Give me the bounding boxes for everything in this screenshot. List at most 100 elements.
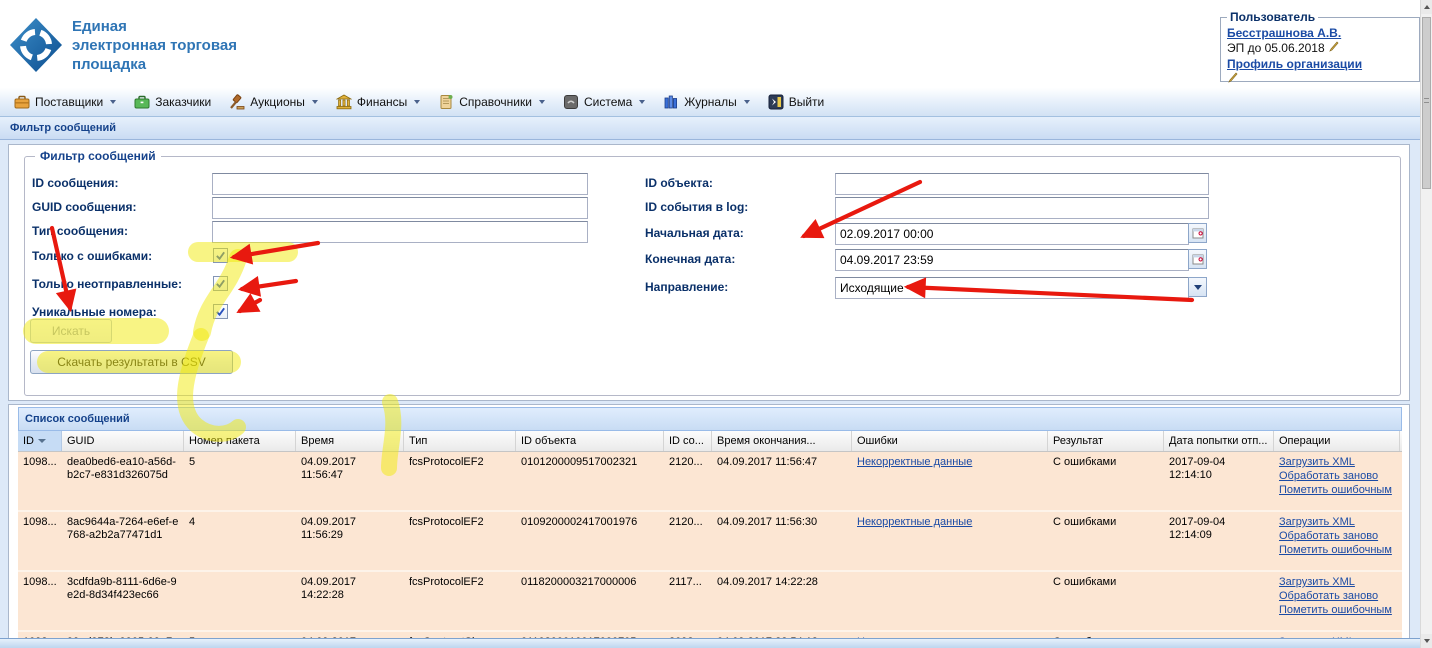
- menu-item-journals[interactable]: Журналы: [657, 94, 761, 110]
- menu-item-directories[interactable]: Справочники: [432, 94, 557, 110]
- col-header-id[interactable]: ID: [18, 431, 62, 451]
- col-header-result[interactable]: Результат: [1048, 431, 1164, 451]
- suppliers-briefcase-icon: [14, 94, 30, 110]
- menu-item-auctions[interactable]: Аукционы: [223, 94, 330, 110]
- cell-time: 04.09.2017 14:22:28: [301, 576, 357, 601]
- table-row[interactable]: 1098... 8ac9644a-7264-e6ef-e768-a2b2a774…: [18, 512, 1402, 572]
- cell-event-id: 2117...: [669, 576, 702, 588]
- cell-type: fcsProtocolEF2: [409, 456, 484, 468]
- start-date-calendar-button[interactable]: [1188, 223, 1207, 243]
- col-header-guid[interactable]: GUID: [62, 431, 184, 451]
- grid-body: 1098... dea0bed6-ea10-a56d-b2c7-e831d326…: [18, 452, 1402, 639]
- chevron-down-icon: [1193, 284, 1202, 290]
- only-unsent-checkbox[interactable]: [213, 276, 228, 291]
- sort-desc-icon: [38, 439, 46, 443]
- col-header-end-time[interactable]: Время окончания...: [712, 431, 852, 451]
- reprocess-link[interactable]: Обработать заново: [1279, 530, 1396, 543]
- unique-numbers-checkbox[interactable]: [213, 304, 228, 319]
- only-errors-checkbox[interactable]: [213, 248, 228, 263]
- system-icon: [563, 94, 579, 110]
- message-type-input[interactable]: [212, 221, 588, 243]
- cell-attempt-date: 2017-09-04 12:14:10: [1169, 456, 1226, 481]
- check-icon: [216, 279, 225, 289]
- col-header-package[interactable]: Номер пакета: [184, 431, 296, 451]
- errors-link[interactable]: Некорректные данные: [857, 516, 972, 528]
- only-errors-label: Только с ошибками:: [32, 249, 153, 263]
- user-name-link[interactable]: Бесстрашнова А.В.: [1227, 26, 1341, 40]
- menu-item-system[interactable]: Система: [557, 94, 657, 110]
- table-row[interactable]: 1098... 3cdfda9b-8111-6d6e-9e2d-8d34f423…: [18, 572, 1402, 632]
- menu-item-label: Аукционы: [250, 95, 305, 109]
- end-date-calendar-button[interactable]: [1188, 249, 1207, 269]
- cell-time: 04.09.2017 11:56:47: [301, 456, 357, 481]
- check-icon: [216, 251, 225, 261]
- message-id-input[interactable]: [212, 173, 588, 195]
- journals-books-icon: [663, 94, 679, 110]
- edit-pencil-icon[interactable]: [1328, 41, 1340, 56]
- message-type-label: Тип сообщения:: [32, 224, 128, 238]
- logo-line-1: Единая: [72, 18, 127, 35]
- start-date-input[interactable]: [835, 223, 1189, 245]
- menu-item-suppliers[interactable]: Поставщики: [8, 94, 128, 110]
- cell-object-id: 0109200002417001976: [521, 516, 638, 528]
- load-xml-link[interactable]: Загрузить XML: [1279, 516, 1396, 529]
- scrollbar-up-arrow[interactable]: [1421, 0, 1432, 14]
- menu-item-label: Справочники: [459, 95, 532, 109]
- message-guid-label: GUID сообщения:: [32, 200, 137, 214]
- mark-error-link[interactable]: Пометить ошибочным: [1279, 484, 1396, 497]
- scrollbar-thumb[interactable]: [1422, 17, 1431, 189]
- direction-select[interactable]: Исходящие: [835, 277, 1189, 299]
- org-profile-link[interactable]: Профиль организации: [1227, 57, 1362, 71]
- exit-icon: [768, 94, 784, 110]
- cell-result: С ошибками: [1053, 516, 1117, 528]
- table-row[interactable]: 1098... dea0bed6-ea10-a56d-b2c7-e831d326…: [18, 452, 1402, 512]
- cell-end-time: 04.09.2017 14:22:28: [717, 576, 818, 588]
- col-header-object-id[interactable]: ID объекта: [516, 431, 664, 451]
- scrollbar-down-arrow[interactable]: [1421, 634, 1432, 648]
- message-id-label: ID сообщения:: [32, 176, 119, 190]
- download-csv-button[interactable]: Скачать результаты в CSV: [30, 350, 233, 374]
- mark-error-link[interactable]: Пометить ошибочным: [1279, 544, 1396, 557]
- object-id-input[interactable]: [835, 173, 1209, 195]
- load-xml-link[interactable]: Загрузить XML: [1279, 456, 1396, 469]
- message-guid-input[interactable]: [212, 197, 588, 219]
- cell-guid: dea0bed6-ea10-a56d-b2c7-e831d326075d: [67, 456, 176, 481]
- log-event-id-input[interactable]: [835, 197, 1209, 219]
- col-header-attempt-date[interactable]: Дата попытки отп...: [1164, 431, 1274, 451]
- logo-text: Единая электронная торговая площадка: [72, 18, 237, 74]
- cell-end-time: 04.09.2017 11:56:47: [717, 456, 818, 468]
- cell-id: 1098...: [23, 516, 57, 528]
- logo-line-2: электронная торговая: [72, 36, 237, 54]
- col-header-time[interactable]: Время: [296, 431, 404, 451]
- cell-object-id: 0101200009517002321: [521, 456, 638, 468]
- errors-link[interactable]: Некорректные данные: [857, 456, 972, 468]
- object-id-label: ID объекта:: [645, 176, 713, 190]
- col-header-operations[interactable]: Операции: [1274, 431, 1400, 451]
- search-button[interactable]: Искать: [30, 319, 112, 343]
- grid-title: Список сообщений: [18, 407, 1402, 431]
- cell-errors: [852, 572, 1048, 630]
- load-xml-link[interactable]: Загрузить XML: [1279, 576, 1396, 589]
- menu-item-finance[interactable]: Финансы: [330, 94, 432, 110]
- chevron-down-icon: [639, 100, 646, 104]
- col-header-event-id[interactable]: ID со...: [664, 431, 712, 451]
- end-date-label: Конечная дата:: [645, 252, 736, 266]
- menu-item-logout[interactable]: Выйти: [762, 94, 837, 110]
- menu-item-customers[interactable]: Заказчики: [128, 94, 223, 110]
- end-date-input[interactable]: [835, 249, 1189, 271]
- menu-item-label: Заказчики: [155, 95, 212, 109]
- only-unsent-label: Только неотправленные:: [32, 277, 182, 291]
- cell-id: 1098...: [23, 456, 57, 468]
- cell-type: fcsProtocolEF2: [409, 516, 484, 528]
- chevron-down-icon: [538, 100, 545, 104]
- reprocess-link[interactable]: Обработать заново: [1279, 470, 1396, 483]
- chevron-down-icon: [743, 100, 750, 104]
- col-header-errors[interactable]: Ошибки: [852, 431, 1048, 451]
- col-header-type[interactable]: Тип: [404, 431, 516, 451]
- mark-error-link[interactable]: Пометить ошибочным: [1279, 604, 1396, 617]
- calendar-icon: [1192, 254, 1203, 265]
- direction-dropdown-button[interactable]: [1188, 277, 1207, 297]
- edit-pencil-icon[interactable]: [1227, 72, 1239, 87]
- reprocess-link[interactable]: Обработать заново: [1279, 590, 1396, 603]
- cell-package: [184, 572, 296, 630]
